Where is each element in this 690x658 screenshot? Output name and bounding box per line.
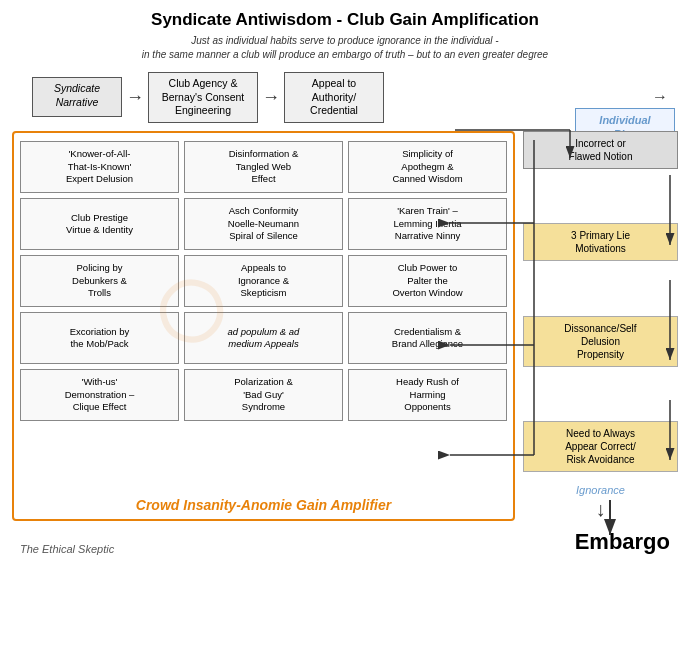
incorrect-notion-box: Incorrect orFlawed Notion [523,131,678,169]
grid-cell-14: Polarization &'Bad Guy'Syndrome [184,369,343,421]
grid-cell-12: Credentialism &Brand Allegiance [348,312,507,364]
grid-cell-9: Club Power toPalter theOverton Window [348,255,507,307]
incorrect-notion-label: Incorrect orFlawed Notion [569,138,633,162]
grid-cell-11: ad populum & admedium Appeals [184,312,343,364]
grid-cell-10: Excoriation bythe Mob/Pack [20,312,179,364]
syndicate-narrative-box: SyndicateNarrative [32,77,122,117]
subtitle: Just as individual habits serve to produ… [12,34,678,62]
page: Syndicate Antiwisdom - Club Gain Amplifi… [0,0,690,658]
grid-cell-8: Appeals toIgnorance &Skepticism [184,255,343,307]
grid-cell-15: Heady Rush ofHarmingOpponents [348,369,507,421]
spacer-2 [523,267,678,309]
grid-cell-6: 'Karen Train' –Lemming InertiaNarrative … [348,198,507,250]
grid-cell-13: 'With-us'Demonstration –Clique Effect [20,369,179,421]
down-arrow: ↓ [523,498,678,521]
embargo-section: Embargo [575,529,670,555]
dissonance-box: Dissonance/SelfDelusionPropensity [523,316,678,367]
appear-correct-box: Need to AlwaysAppear Correct/Risk Avoida… [523,421,678,472]
subtitle-line2: in the same manner a club will produce a… [142,49,548,60]
top-flow-spacer: → [384,88,678,106]
grid-cell-7: Policing byDebunkers &Trolls [20,255,179,307]
club-agency-label: Club Agency & Bernay's Consent Engineeri… [162,77,245,116]
grid: 'Knower-of-All-That-Is-Known'Expert Delu… [20,141,507,421]
appear-correct-label: Need to AlwaysAppear Correct/Risk Avoida… [565,428,636,465]
ignorance-label: Ignorance [576,484,625,496]
grid-cell-5: Asch ConformityNoelle-NeumannSpiral of S… [184,198,343,250]
spacer-3 [523,373,678,415]
club-agency-box: Club Agency & Bernay's Consent Engineeri… [148,72,258,123]
arrow-3: → [652,88,668,106]
right-column: Incorrect orFlawed Notion 3 Primary LieM… [523,131,678,521]
main-layout: ◯ 'Knower-of-All-That-Is-Known'Expert De… [12,131,678,521]
footer-credit: The Ethical Skeptic [20,543,114,555]
syndicate-narrative-label: SyndicateNarrative [54,82,100,108]
grid-cell-3: Simplicity ofApothegm &Canned Wisdom [348,141,507,193]
ignorance-section: Ignorance ↓ [523,480,678,521]
subtitle-line1: Just as individual habits serve to produ… [191,35,498,46]
primary-lie-label: 3 Primary LieMotivations [571,230,630,254]
grid-cell-1: 'Knower-of-All-That-Is-Known'Expert Delu… [20,141,179,193]
arrow-2: → [262,88,280,106]
primary-lie-box: 3 Primary LieMotivations [523,223,678,261]
spacer-1 [523,175,678,217]
embargo-title: Embargo [575,529,670,555]
grid-cell-2: Disinformation &Tangled WebEffect [184,141,343,193]
main-title: Syndicate Antiwisdom - Club Gain Amplifi… [12,10,678,30]
grid-cell-4: Club PrestigeVirtue & Identity [20,198,179,250]
footer-row: The Ethical Skeptic Embargo [12,529,678,555]
crowd-box: ◯ 'Knower-of-All-That-Is-Known'Expert De… [12,131,515,521]
arrow-1: → [126,88,144,106]
crowd-label: Crowd Insanity-Anomie Gain Amplifier [136,497,391,513]
dissonance-label: Dissonance/SelfDelusionPropensity [564,323,636,360]
appeal-authority-label: Appeal toAuthority/Credential [310,77,358,116]
appeal-authority-box: Appeal toAuthority/Credential [284,72,384,123]
